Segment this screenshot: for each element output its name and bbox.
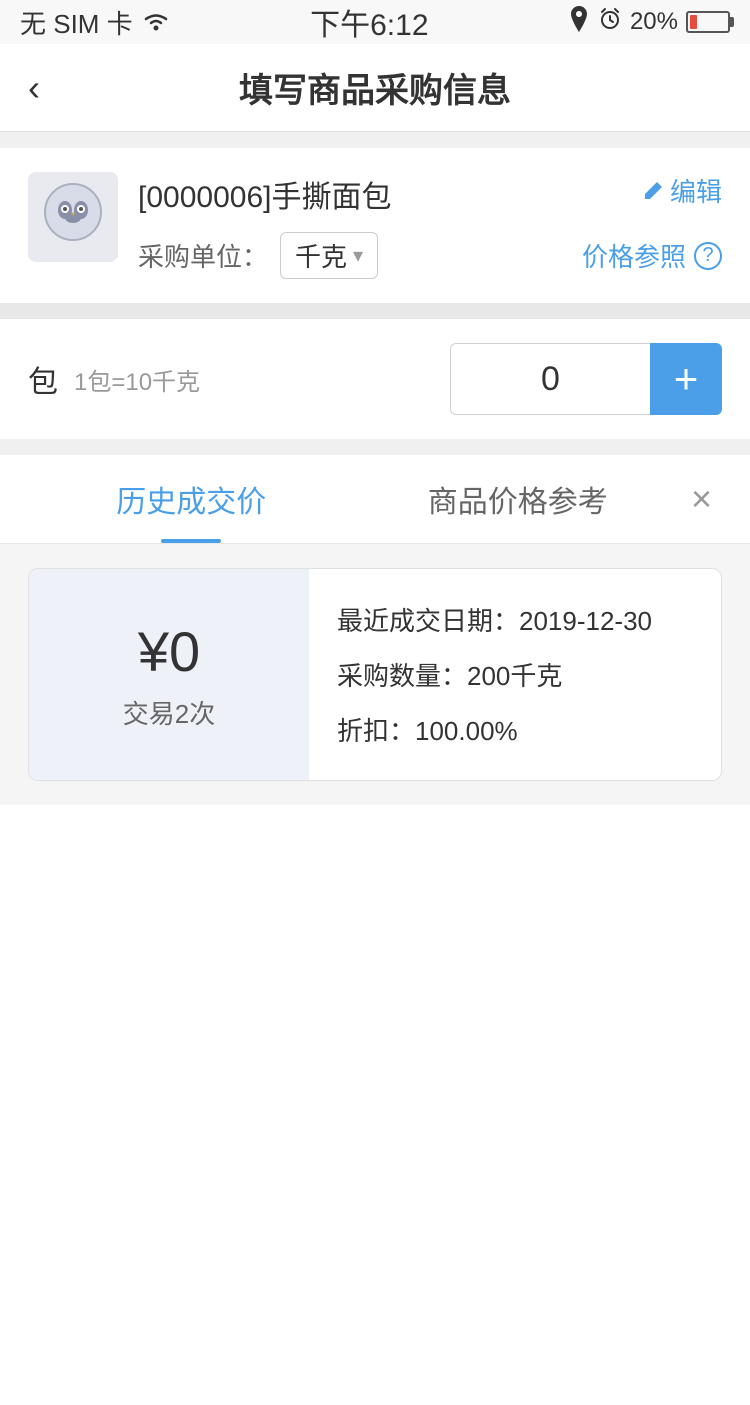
unit-label: 采购单位：	[138, 237, 268, 274]
back-button[interactable]: ‹	[28, 67, 40, 109]
unit-value: 千克	[295, 237, 347, 274]
conversion-text: 1包=10千克	[74, 362, 200, 397]
purchase-qty-label: 采购数量：	[337, 661, 467, 691]
nav-bar: ‹ 填写商品采购信息	[0, 44, 750, 132]
unit-row: 采购单位： 千克 ▾	[138, 232, 391, 279]
status-left: 无 SIM 卡	[20, 4, 171, 41]
status-right: 20%	[568, 6, 730, 39]
quantity-control: +	[450, 343, 722, 415]
recent-date-row: 最近成交日期：2019-12-30	[337, 601, 693, 638]
unit-selector[interactable]: 千克 ▾	[280, 232, 378, 279]
detail-panel: 最近成交日期：2019-12-30 采购数量：200千克 折扣：100.00%	[309, 569, 721, 780]
alarm-icon	[598, 6, 622, 39]
status-time: 下午6:12	[310, 0, 428, 44]
wifi-icon	[141, 7, 171, 38]
tab-close-button[interactable]: ×	[681, 468, 722, 530]
network-text: 无 SIM 卡	[20, 4, 133, 41]
price-value: ¥0	[138, 619, 200, 684]
battery-percent: 20%	[630, 8, 678, 36]
status-bar: 无 SIM 卡 下午6:12 20%	[0, 0, 750, 44]
quantity-input[interactable]	[450, 343, 650, 415]
page-title: 填写商品采购信息	[239, 63, 511, 112]
price-ref-row: 价格参照 ?	[582, 237, 722, 274]
section-divider	[0, 303, 750, 319]
tab-price-ref[interactable]: 商品价格参考	[354, 455, 680, 543]
price-panel: ¥0 交易2次	[29, 569, 309, 780]
price-ref-button[interactable]: 价格参照	[582, 237, 686, 274]
edit-button[interactable]: 编辑	[642, 172, 722, 209]
recent-date-label: 最近成交日期：	[337, 606, 519, 636]
product-name: [0000006]手撕面包	[138, 172, 391, 216]
purchase-qty-value: 200千克	[467, 661, 562, 691]
quantity-plus-button[interactable]: +	[650, 343, 722, 415]
trade-count: 交易2次	[123, 694, 215, 731]
product-thumbnail	[28, 172, 118, 262]
empty-content-area	[0, 805, 750, 1405]
tab-history-price[interactable]: 历史成交价	[28, 455, 354, 543]
tabs-header: 历史成交价 商品价格参考 ×	[0, 455, 750, 544]
quantity-unit-badge: 包	[28, 357, 58, 401]
battery-icon	[686, 11, 730, 33]
unit-chevron-icon: ▾	[353, 243, 363, 268]
info-icon[interactable]: ?	[694, 242, 722, 270]
product-logo-icon	[43, 182, 103, 252]
tabs-section: 历史成交价 商品价格参考 × ¥0 交易2次 最近成交日期：2019-12-30…	[0, 455, 750, 805]
product-card: [0000006]手撕面包 采购单位： 千克 ▾ 编辑 价格参照 ?	[0, 148, 750, 303]
recent-date-value: 2019-12-30	[519, 606, 652, 636]
history-content: ¥0 交易2次 最近成交日期：2019-12-30 采购数量：200千克 折扣：…	[0, 544, 750, 805]
purchase-qty-row: 采购数量：200千克	[337, 656, 693, 693]
discount-value: 100.00%	[415, 716, 518, 746]
quantity-row: 包 1包=10千克 +	[0, 319, 750, 439]
history-card: ¥0 交易2次 最近成交日期：2019-12-30 采购数量：200千克 折扣：…	[28, 568, 722, 781]
location-icon	[568, 6, 590, 39]
product-info: [0000006]手撕面包 采购单位： 千克 ▾	[138, 172, 391, 279]
discount-label: 折扣：	[337, 716, 415, 746]
discount-row: 折扣：100.00%	[337, 711, 693, 748]
